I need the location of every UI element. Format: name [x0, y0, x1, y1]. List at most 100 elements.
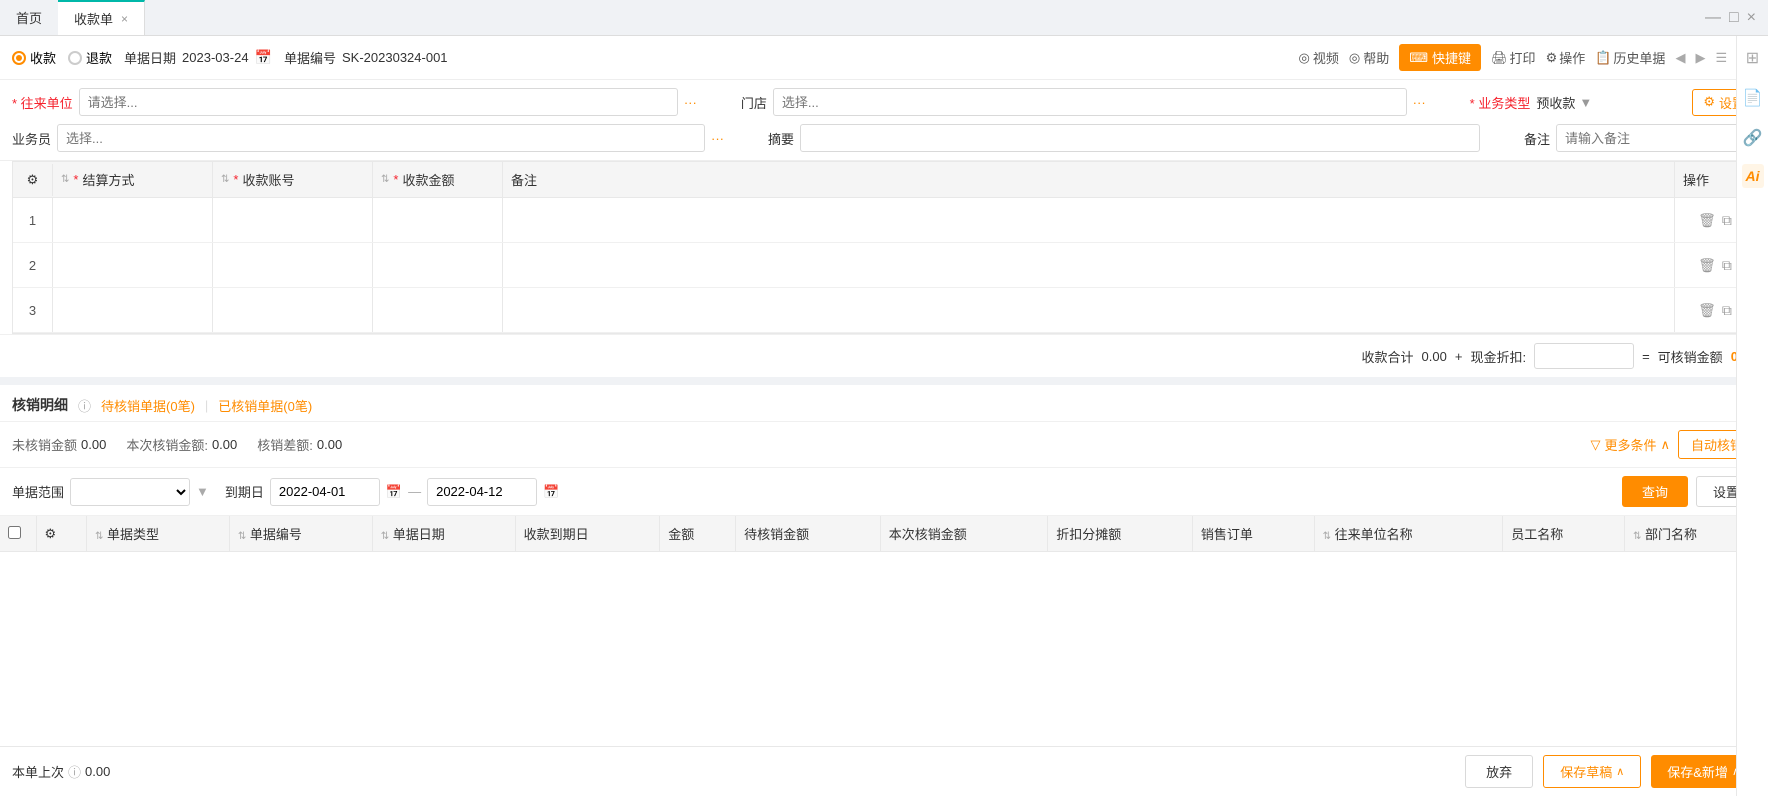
window-minimize-icon[interactable]: —	[1705, 9, 1721, 27]
window-maximize-icon[interactable]: □	[1729, 9, 1739, 27]
th-amount-label: 收款金额	[402, 170, 454, 189]
total-label: 收款合计	[1362, 347, 1414, 366]
query-btn[interactable]: 查询	[1622, 476, 1688, 507]
copy-icon-1[interactable]: ⧉	[1722, 212, 1732, 229]
bottom-help-icon[interactable]: ⓘ	[68, 762, 81, 781]
remark-input[interactable]	[1556, 124, 1756, 152]
staff-label: 业务员	[12, 129, 51, 148]
th-col-settings[interactable]: ⚙	[36, 516, 87, 552]
select-all-checkbox[interactable]	[8, 526, 21, 539]
th-doc-number: ⇅ 单据编号	[229, 516, 372, 552]
tab-close-icon[interactable]: ×	[121, 12, 128, 26]
calendar-icon[interactable]: 📅	[255, 49, 272, 66]
copy-icon-2[interactable]: ⧉	[1722, 257, 1732, 274]
tab-bar: 首页 收款单 × — □ ×	[0, 0, 1768, 36]
account-req-star: *	[233, 172, 238, 187]
tab-receipt[interactable]: 收款单 ×	[58, 0, 145, 35]
td-amount-3[interactable]	[373, 288, 503, 332]
amount-req-star: *	[393, 172, 398, 187]
discount-label: 现金折扣:	[1470, 347, 1526, 366]
table-row: 3 🗑 ⧉	[13, 288, 1755, 333]
shortcut-btn[interactable]: ⌨ 快捷键	[1399, 44, 1481, 71]
receipt-table: ⚙ ⇅ * 结算方式 ⇅ * 收款账号 ⇅ * 收款金额 备注 操作	[12, 161, 1756, 334]
td-remark-2[interactable]	[503, 243, 1675, 287]
history-btn[interactable]: 📋 历史单据	[1595, 48, 1665, 67]
amount-sort-icon: ⇅	[381, 174, 389, 185]
td-account-1[interactable]	[213, 198, 373, 242]
biz-type-arrow-icon[interactable]: ▼	[1579, 95, 1592, 110]
pending-tab[interactable]: 待核销单据(0笔)	[101, 396, 195, 415]
done-tab[interactable]: 已核销单据(0笔)	[218, 396, 312, 415]
th-partner-name: ⇅ 往来单位名称	[1314, 516, 1503, 552]
operation-label: 操作	[1559, 48, 1585, 67]
delete-icon-1[interactable]: 🗑	[1698, 212, 1716, 229]
equals-sign: =	[1642, 349, 1650, 364]
td-settlement-1[interactable]	[53, 198, 213, 242]
print-label: 打印	[1510, 48, 1536, 67]
th-settings[interactable]: ⚙	[13, 164, 53, 196]
print-btn[interactable]: 🖨 打印	[1491, 48, 1536, 67]
td-remark-1[interactable]	[503, 198, 1675, 242]
range-select[interactable]	[70, 478, 190, 506]
td-settlement-3[interactable]	[53, 288, 213, 332]
row-num-1: 1	[29, 213, 36, 228]
th-remark: 备注	[503, 162, 1675, 197]
radio-receipt[interactable]: 收款	[12, 48, 56, 67]
th-checkbox	[0, 516, 36, 552]
partner-more-icon[interactable]: ···	[684, 95, 697, 110]
staff-field: 业务员 ···	[12, 124, 724, 152]
tab-receipt-label: 收款单	[74, 9, 113, 28]
sidebar-ai-icon[interactable]: Ai	[1742, 164, 1764, 188]
date-from-input[interactable]	[270, 478, 380, 506]
date-label: 单据日期	[124, 48, 176, 67]
number-field: 单据编号 SK-20230324-001	[284, 48, 448, 67]
td-account-2[interactable]	[213, 243, 373, 287]
store-input[interactable]	[773, 88, 1407, 116]
window-close-icon[interactable]: ×	[1747, 9, 1756, 27]
td-amount-2[interactable]	[373, 243, 503, 287]
th-discount: 折扣分摊额	[1048, 516, 1193, 552]
radio-refund[interactable]: 退款	[68, 48, 112, 67]
video-btn[interactable]: ◎ 视频	[1299, 48, 1339, 67]
td-account-3[interactable]	[213, 288, 373, 332]
discount-input[interactable]	[1534, 343, 1634, 369]
td-amount-1[interactable]	[373, 198, 503, 242]
nav-next-icon[interactable]: ▶	[1695, 50, 1705, 66]
save-draft-btn[interactable]: 保存草稿 ∧	[1543, 755, 1641, 788]
date-to-input[interactable]	[427, 478, 537, 506]
biz-type-select-wrap: 预收款 ▼	[1536, 93, 1656, 112]
table-row: 2 🗑 ⧉	[13, 243, 1755, 288]
sidebar-doc-icon[interactable]: 📄	[1739, 84, 1767, 112]
toolbar-right: ◎ 视频 ◎ 帮助 ⌨ 快捷键 🖨 打印 ⚙ 操作 📋 历史单据	[1299, 44, 1756, 71]
biz-type-value: 预收款	[1536, 93, 1575, 112]
verify-help-icon[interactable]: ⓘ	[78, 396, 91, 415]
radio-refund-label: 退款	[86, 48, 112, 67]
delete-icon-2[interactable]: 🗑	[1698, 257, 1716, 274]
view-list-icon[interactable]: ☰	[1715, 50, 1727, 66]
toolbar: 收款 退款 单据日期 2023-03-24 📅 单据编号 SK-20230324…	[0, 36, 1768, 80]
sort-icon: ⇅	[95, 531, 103, 542]
td-settlement-2[interactable]	[53, 243, 213, 287]
help-btn[interactable]: ◎ 帮助	[1349, 48, 1389, 67]
staff-more-icon[interactable]: ···	[711, 131, 724, 146]
video-icon: ◎	[1299, 50, 1310, 66]
discard-btn[interactable]: 放弃	[1465, 755, 1533, 788]
operation-btn[interactable]: ⚙ 操作	[1546, 48, 1586, 67]
cal-from-icon[interactable]: 📅	[386, 484, 402, 500]
delete-icon-3[interactable]: 🗑	[1698, 302, 1716, 319]
store-more-icon[interactable]: ···	[1413, 95, 1426, 110]
sidebar-attach-icon[interactable]: 🔗	[1739, 124, 1767, 152]
more-conditions-btn[interactable]: ▽ 更多条件 ∧	[1590, 435, 1670, 454]
copy-icon-3[interactable]: ⧉	[1722, 302, 1732, 319]
td-remark-3[interactable]	[503, 288, 1675, 332]
sidebar-table-icon[interactable]: ⊞	[1742, 44, 1763, 72]
th-doc-type: ⇅ 单据类型	[87, 516, 230, 552]
cal-to-icon[interactable]: 📅	[543, 484, 559, 500]
nav-prev-icon[interactable]: ◀	[1675, 50, 1685, 66]
data-table-wrap: ⚙ ⇅ 单据类型 ⇅ 单据编号 ⇅ 单据日期 收款到期日 金额 待核销金额 本次…	[0, 516, 1768, 746]
partner-input[interactable]	[79, 88, 678, 116]
summary-input[interactable]	[800, 124, 1480, 152]
table-rows: 1 🗑 ⧉ 2 🗑 ⧉	[13, 198, 1755, 333]
tab-home[interactable]: 首页	[0, 0, 58, 35]
staff-input[interactable]	[57, 124, 705, 152]
